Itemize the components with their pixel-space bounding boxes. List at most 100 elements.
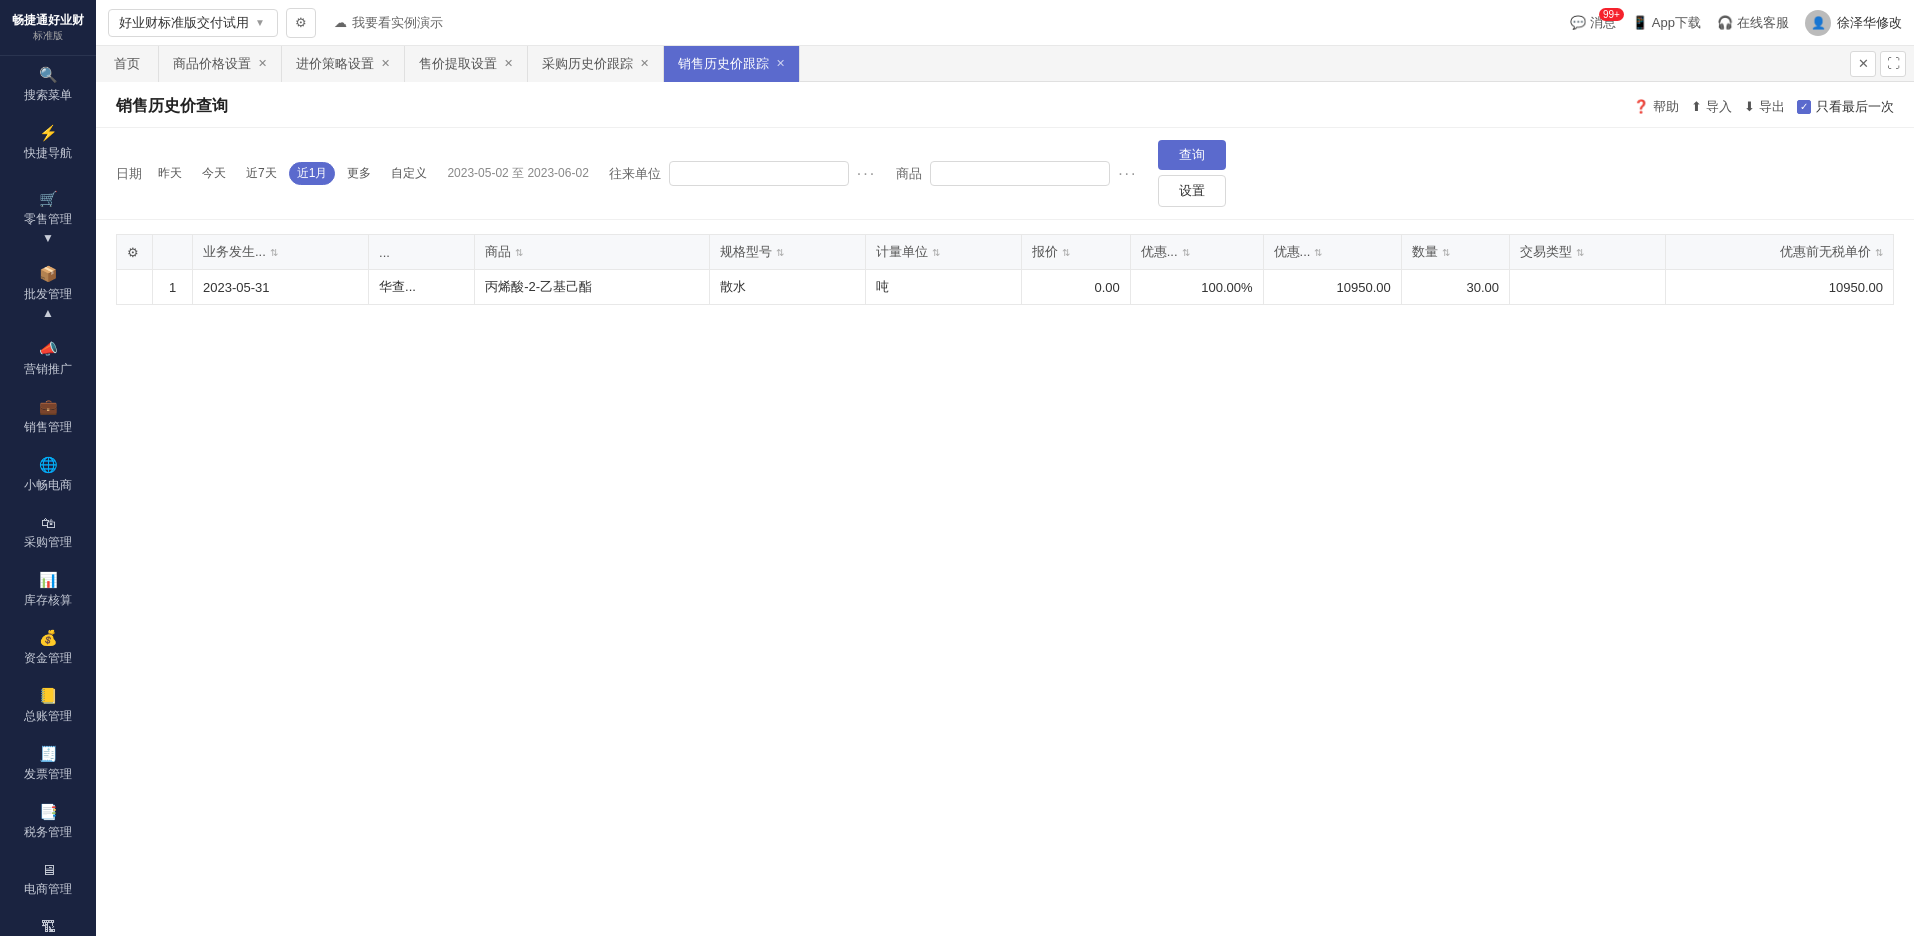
date-btn-more[interactable]: 更多	[339, 162, 379, 185]
sidebar-item-ledger[interactable]: 📒 总账管理	[0, 677, 96, 735]
col-discount1[interactable]: 优惠... ⇅	[1130, 235, 1263, 270]
sort-icon: ⇅	[1576, 247, 1584, 258]
sidebar-item-quick-nav[interactable]: ⚡ 快捷导航	[0, 114, 96, 172]
sidebar-item-sales[interactable]: 💼 销售管理	[0, 388, 96, 446]
sidebar-item-purchase[interactable]: 🛍 采购管理	[0, 504, 96, 561]
chevron-down-icon: ▼	[42, 231, 54, 245]
logo-sub: 标准版	[8, 29, 88, 43]
tab-sale-price[interactable]: 售价提取设置 ✕	[405, 46, 528, 82]
col-price[interactable]: 报价 ⇅	[1022, 235, 1130, 270]
sidebar-item-wholesale[interactable]: 📦 批发管理 ▲	[0, 255, 96, 330]
expand-tab-button[interactable]: ⛶	[1880, 51, 1906, 77]
col-more[interactable]: ...	[369, 235, 475, 270]
col-product-label: 商品	[485, 243, 511, 261]
date-btn-last1month[interactable]: 近1月	[289, 162, 336, 185]
tab-sales-history-label: 销售历史价跟踪	[678, 55, 769, 73]
tab-purchase-history[interactable]: 采购历史价跟踪 ✕	[528, 46, 664, 82]
close-tab-button[interactable]: ✕	[1850, 51, 1876, 77]
sidebar-item-label: 搜索菜单	[24, 87, 72, 104]
only-last-checkbox[interactable]: ✓ 只看最后一次	[1797, 98, 1894, 116]
table-row: 1 2023-05-31 华查... 丙烯酸-2-乙基己酯 散水 吨 0.00 …	[117, 270, 1894, 305]
sidebar-item-fixed-assets[interactable]: 🏗 固定资产	[0, 908, 96, 936]
table-header-row: ⚙ 业务发生... ⇅ ...	[117, 235, 1894, 270]
sidebar-item-tax[interactable]: 📑 税务管理	[0, 793, 96, 851]
col-unit[interactable]: 计量单位 ⇅	[866, 235, 1022, 270]
close-icon[interactable]: ✕	[640, 57, 649, 70]
sidebar-item-capital[interactable]: 💰 资金管理	[0, 619, 96, 677]
cell-biz-date: 2023-05-31	[193, 270, 369, 305]
sidebar-item-marketing[interactable]: 📣 营销推广	[0, 330, 96, 388]
close-icon[interactable]: ✕	[776, 57, 785, 70]
page-header: 销售历史价查询 ❓ 帮助 ⬆ 导入 ⬇ 导出 ✓ 只看最后一次	[96, 82, 1914, 128]
tab-sales-history[interactable]: 销售历史价跟踪 ✕	[664, 46, 800, 82]
ecom-icon: 🖥	[41, 861, 56, 878]
col-spec[interactable]: 规格型号 ⇅	[710, 235, 866, 270]
cell-product: 丙烯酸-2-乙基己酯	[475, 270, 710, 305]
sales-icon: 💼	[39, 398, 58, 416]
export-link[interactable]: ⬇ 导出	[1744, 98, 1785, 116]
date-filter-group: 日期 昨天 今天 近7天 近1月 更多 自定义 2023-05-02 至 202…	[116, 162, 589, 185]
invoice-icon: 🧾	[39, 745, 58, 763]
cell-discount2: 10950.00	[1263, 270, 1401, 305]
col-trade-type[interactable]: 交易类型 ⇅	[1510, 235, 1666, 270]
sort-icon: ⇅	[1182, 247, 1190, 258]
date-btn-yesterday[interactable]: 昨天	[150, 162, 190, 185]
top-bar: 好业财标准版交付试用 ▼ ⚙ ☁ 我要看实例演示 💬 消息 99+ 📱 App下…	[96, 0, 1914, 46]
sidebar-item-label: 零售管理	[24, 211, 72, 228]
tab-purchase-strategy[interactable]: 进价策略设置 ✕	[282, 46, 405, 82]
col-settings[interactable]: ⚙	[117, 235, 153, 270]
gear-icon: ⚙	[295, 15, 307, 30]
product-label: 商品	[896, 165, 922, 183]
help-icon: ❓	[1633, 99, 1649, 114]
product-input[interactable]	[930, 161, 1110, 186]
tax-icon: 📑	[39, 803, 58, 821]
date-btn-last7days[interactable]: 近7天	[238, 162, 285, 185]
sidebar-item-invoice[interactable]: 🧾 发票管理	[0, 735, 96, 793]
close-icon[interactable]: ✕	[381, 57, 390, 70]
inventory-icon: 📊	[39, 571, 58, 589]
user-info[interactable]: 👤 徐泽华修改	[1805, 10, 1902, 36]
col-trade-type-label: 交易类型	[1520, 243, 1572, 261]
col-product[interactable]: 商品 ⇅	[475, 235, 710, 270]
close-icon[interactable]: ✕	[504, 57, 513, 70]
online-service-button[interactable]: 🎧 在线客服	[1717, 14, 1789, 32]
sidebar-logo: 畅捷通好业财 标准版	[0, 0, 96, 56]
main-area: 好业财标准版交付试用 ▼ ⚙ ☁ 我要看实例演示 💬 消息 99+ 📱 App下…	[96, 0, 1914, 936]
cell-price: 0.00	[1022, 270, 1130, 305]
sidebar-item-retail[interactable]: 🛒 零售管理 ▼	[0, 180, 96, 255]
sort-icon: ⇅	[1314, 247, 1322, 258]
date-btn-today[interactable]: 今天	[194, 162, 234, 185]
col-discount2[interactable]: 优惠... ⇅	[1263, 235, 1401, 270]
source-unit-dots[interactable]: ···	[857, 165, 876, 183]
set-button[interactable]: 设置	[1158, 175, 1226, 207]
gear-button[interactable]: ⚙	[286, 8, 316, 38]
close-icon[interactable]: ✕	[258, 57, 267, 70]
sidebar-item-xiaochu-ec[interactable]: 🌐 小畅电商	[0, 446, 96, 504]
demo-link[interactable]: ☁ 我要看实例演示	[334, 14, 443, 32]
col-pretax-price[interactable]: 优惠前无税单价 ⇅	[1666, 235, 1894, 270]
help-link[interactable]: ❓ 帮助	[1633, 98, 1679, 116]
tab-home-label: 首页	[114, 55, 140, 73]
version-select[interactable]: 好业财标准版交付试用 ▼	[108, 9, 278, 37]
tab-purchase-strategy-label: 进价策略设置	[296, 55, 374, 73]
chevron-up-icon: ▲	[42, 306, 54, 320]
tab-product-price[interactable]: 商品价格设置 ✕	[159, 46, 282, 82]
import-link[interactable]: ⬆ 导入	[1691, 98, 1732, 116]
version-label: 好业财标准版交付试用	[119, 14, 249, 32]
cloud-icon: ☁	[334, 15, 347, 30]
sidebar-item-label: 总账管理	[24, 708, 72, 725]
query-button[interactable]: 查询	[1158, 140, 1226, 170]
tab-home[interactable]: 首页	[96, 46, 159, 82]
app-download-button[interactable]: 📱 App下载	[1632, 14, 1701, 32]
source-unit-input[interactable]	[669, 161, 849, 186]
sidebar-item-inventory[interactable]: 📊 库存核算	[0, 561, 96, 619]
sidebar-item-ecom[interactable]: 🖥 电商管理	[0, 851, 96, 908]
message-button[interactable]: 💬 消息 99+	[1570, 14, 1616, 32]
date-btn-custom[interactable]: 自定义	[383, 162, 435, 185]
tab-sale-price-label: 售价提取设置	[419, 55, 497, 73]
col-biz-date[interactable]: 业务发生... ⇅	[193, 235, 369, 270]
retail-icon: 🛒	[39, 190, 58, 208]
sidebar-item-search-menu[interactable]: 🔍 搜索菜单	[0, 56, 96, 114]
col-qty[interactable]: 数量 ⇅	[1401, 235, 1509, 270]
product-dots[interactable]: ···	[1118, 165, 1137, 183]
